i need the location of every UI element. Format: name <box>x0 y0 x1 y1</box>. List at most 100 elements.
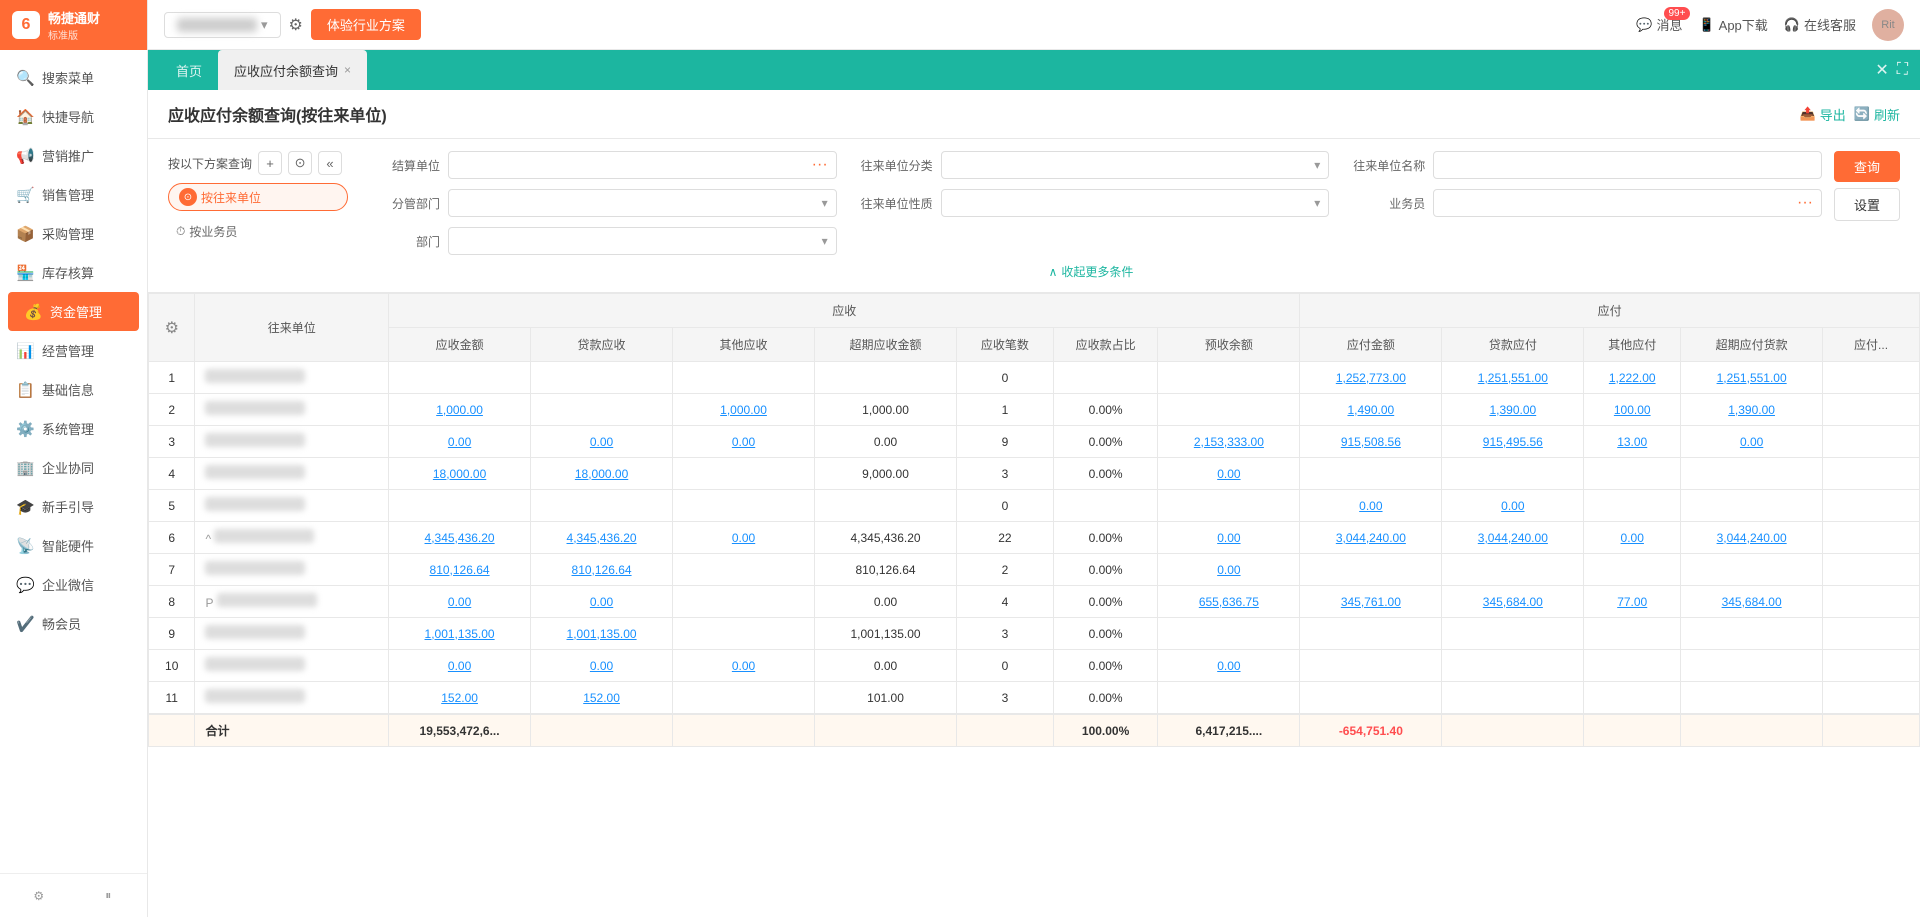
table-cell[interactable]: 0.00 <box>1442 490 1584 522</box>
salesperson-input[interactable]: ··· <box>1433 189 1822 217</box>
table-cell[interactable]: 4,345,436.20 <box>531 522 673 554</box>
tab-close-icon[interactable]: × <box>344 63 351 77</box>
table-cell[interactable]: 3,044,240.00 <box>1300 522 1442 554</box>
table-cell[interactable]: 0.00 <box>531 586 673 618</box>
table-cell[interactable]: 1,251,551.00 <box>1442 362 1584 394</box>
table-cell[interactable]: 0.00 <box>1681 426 1823 458</box>
table-cell[interactable]: 345,684.00 <box>1442 586 1584 618</box>
table-cell[interactable]: 0.00 <box>389 586 531 618</box>
table-cell[interactable]: 915,508.56 <box>1300 426 1442 458</box>
table-cell[interactable]: 915,495.56 <box>1442 426 1584 458</box>
table-cell[interactable]: 0.00 <box>1300 490 1442 522</box>
table-cell[interactable]: 0.00 <box>1158 554 1300 586</box>
filter-group-by-staff[interactable]: ⏱ 按业务员 <box>168 219 348 244</box>
table-cell[interactable]: 152.00 <box>531 682 673 715</box>
settlement-input[interactable]: ··· <box>448 151 837 179</box>
table-cell[interactable]: 0.00 <box>1158 522 1300 554</box>
sidebar-item-finance[interactable]: 💰资金管理 <box>8 292 139 331</box>
unit-category-input[interactable]: ▾ <box>941 151 1330 179</box>
refresh-btn[interactable]: 🔄 刷新 <box>1854 105 1900 124</box>
export-btn[interactable]: 📤 导出 <box>1800 105 1846 124</box>
table-cell[interactable]: 0.00 <box>1158 458 1300 490</box>
table-cell[interactable]: 1,490.00 <box>1300 394 1442 426</box>
filter-collapse-scheme-btn[interactable]: « <box>318 151 342 175</box>
table-cell[interactable]: 655,636.75 <box>1158 586 1300 618</box>
app-download-btn[interactable]: 📱 App下载 <box>1698 15 1767 34</box>
table-cell[interactable]: 3,044,240.00 <box>1442 522 1584 554</box>
sidebar-item-management[interactable]: 📊经营管理 <box>0 331 147 370</box>
sidebar-item-system[interactable]: ⚙️系统管理 <box>0 409 147 448</box>
topbar-gear-icon[interactable]: ⚙ <box>289 15 303 35</box>
unit-name-input[interactable] <box>1433 151 1822 179</box>
table-cell: 0.00% <box>1053 522 1158 554</box>
tab-home[interactable]: 首页 <box>160 50 218 90</box>
table-cell[interactable]: 1,252,773.00 <box>1300 362 1442 394</box>
table-cell[interactable]: 0.00 <box>1584 522 1681 554</box>
table-cell[interactable]: 1,251,551.00 <box>1681 362 1823 394</box>
sidebar-item-purchase[interactable]: 📦采购管理 <box>0 214 147 253</box>
table-cell[interactable]: 18,000.00 <box>389 458 531 490</box>
filter-group-by-unit[interactable]: ⊙ 按往来单位 <box>168 183 348 211</box>
sidebar-item-marketing[interactable]: 📢营销推广 <box>0 136 147 175</box>
sidebar-item-wechat[interactable]: 💬企业微信 <box>0 565 147 604</box>
sidebar-settings-btn[interactable]: ⚙ <box>8 883 70 909</box>
customer-service-btn[interactable]: 🎧 在线客服 <box>1784 15 1856 34</box>
filter-collapse-btn[interactable]: ∧ 收起更多条件 <box>360 263 1822 280</box>
table-cell[interactable]: 0.00 <box>1158 650 1300 682</box>
table-cell[interactable]: 345,684.00 <box>1681 586 1823 618</box>
sidebar-item-sales[interactable]: 🛒销售管理 <box>0 175 147 214</box>
table-cell[interactable]: 0.00 <box>389 650 531 682</box>
table-cell[interactable]: 810,126.64 <box>389 554 531 586</box>
table-cell[interactable]: 1,390.00 <box>1442 394 1584 426</box>
sidebar-item-inventory[interactable]: 🏪库存核算 <box>0 253 147 292</box>
table-cell[interactable]: 0.00 <box>531 650 673 682</box>
table-cell[interactable]: 152.00 <box>389 682 531 715</box>
dept-manage-input[interactable]: ▾ <box>448 189 837 217</box>
settlement-dots-icon: ··· <box>812 156 828 174</box>
unit-nature-input[interactable]: ▾ <box>941 189 1330 217</box>
tab-arbal[interactable]: 应收应付余额查询 × <box>218 50 367 90</box>
table-cell[interactable]: 0.00 <box>673 426 815 458</box>
table-cell[interactable]: 0.00 <box>389 426 531 458</box>
table-cell[interactable]: 0.00 <box>673 522 815 554</box>
filter-add-btn[interactable]: + <box>258 151 282 175</box>
table-cell[interactable]: 1,000.00 <box>673 394 815 426</box>
sidebar-item-enterprise[interactable]: 🏢企业协同 <box>0 448 147 487</box>
table-cell[interactable]: 1,001,135.00 <box>389 618 531 650</box>
sidebar-collapse-btn[interactable]: ⏸ <box>78 882 140 909</box>
sidebar-item-search[interactable]: 🔍搜索菜单 <box>0 58 147 97</box>
filter-edit-btn[interactable]: ⊙ <box>288 151 312 175</box>
company-selector[interactable]: ▾ <box>164 12 281 38</box>
table-cell[interactable]: 2,153,333.00 <box>1158 426 1300 458</box>
table-cell[interactable]: 100.00 <box>1584 394 1681 426</box>
table-cell[interactable]: 3,044,240.00 <box>1681 522 1823 554</box>
maximize-icon[interactable]: ⛶ <box>1897 61 1908 79</box>
sidebar-item-guide[interactable]: 🎓新手引导 <box>0 487 147 526</box>
table-cell[interactable]: 4,345,436.20 <box>389 522 531 554</box>
table-cell[interactable]: 77.00 <box>1584 586 1681 618</box>
table-cell[interactable]: 1,222.00 <box>1584 362 1681 394</box>
notifications-btn[interactable]: 💬 消息 99+ <box>1636 15 1682 34</box>
table-cell[interactable]: 1,001,135.00 <box>531 618 673 650</box>
col-settings-header[interactable]: ⚙ <box>149 294 195 362</box>
col-other-receivable-header: 其他应收 <box>673 328 815 362</box>
table-cell[interactable]: 0.00 <box>531 426 673 458</box>
table-cell[interactable]: 1,000.00 <box>389 394 531 426</box>
sidebar-item-member[interactable]: ✔️畅会员 <box>0 604 147 643</box>
settings-btn[interactable]: 设置 <box>1834 188 1900 221</box>
table-cell[interactable]: 0.00 <box>673 650 815 682</box>
trial-btn[interactable]: 体验行业方案 <box>311 9 421 40</box>
sidebar-item-hardware[interactable]: 📡智能硬件 <box>0 526 147 565</box>
company-cell <box>195 362 389 394</box>
dept-input[interactable]: ▾ <box>448 227 837 255</box>
user-profile[interactable]: Rit <box>1872 9 1904 41</box>
table-cell[interactable]: 13.00 <box>1584 426 1681 458</box>
table-cell[interactable]: 345,761.00 <box>1300 586 1442 618</box>
table-cell[interactable]: 18,000.00 <box>531 458 673 490</box>
sidebar-item-quicknav[interactable]: 🏠快捷导航 <box>0 97 147 136</box>
query-btn[interactable]: 查询 <box>1834 151 1900 182</box>
close-window-icon[interactable]: ✕ <box>1875 60 1888 80</box>
sidebar-item-basic[interactable]: 📋基础信息 <box>0 370 147 409</box>
table-cell[interactable]: 810,126.64 <box>531 554 673 586</box>
table-cell[interactable]: 1,390.00 <box>1681 394 1823 426</box>
